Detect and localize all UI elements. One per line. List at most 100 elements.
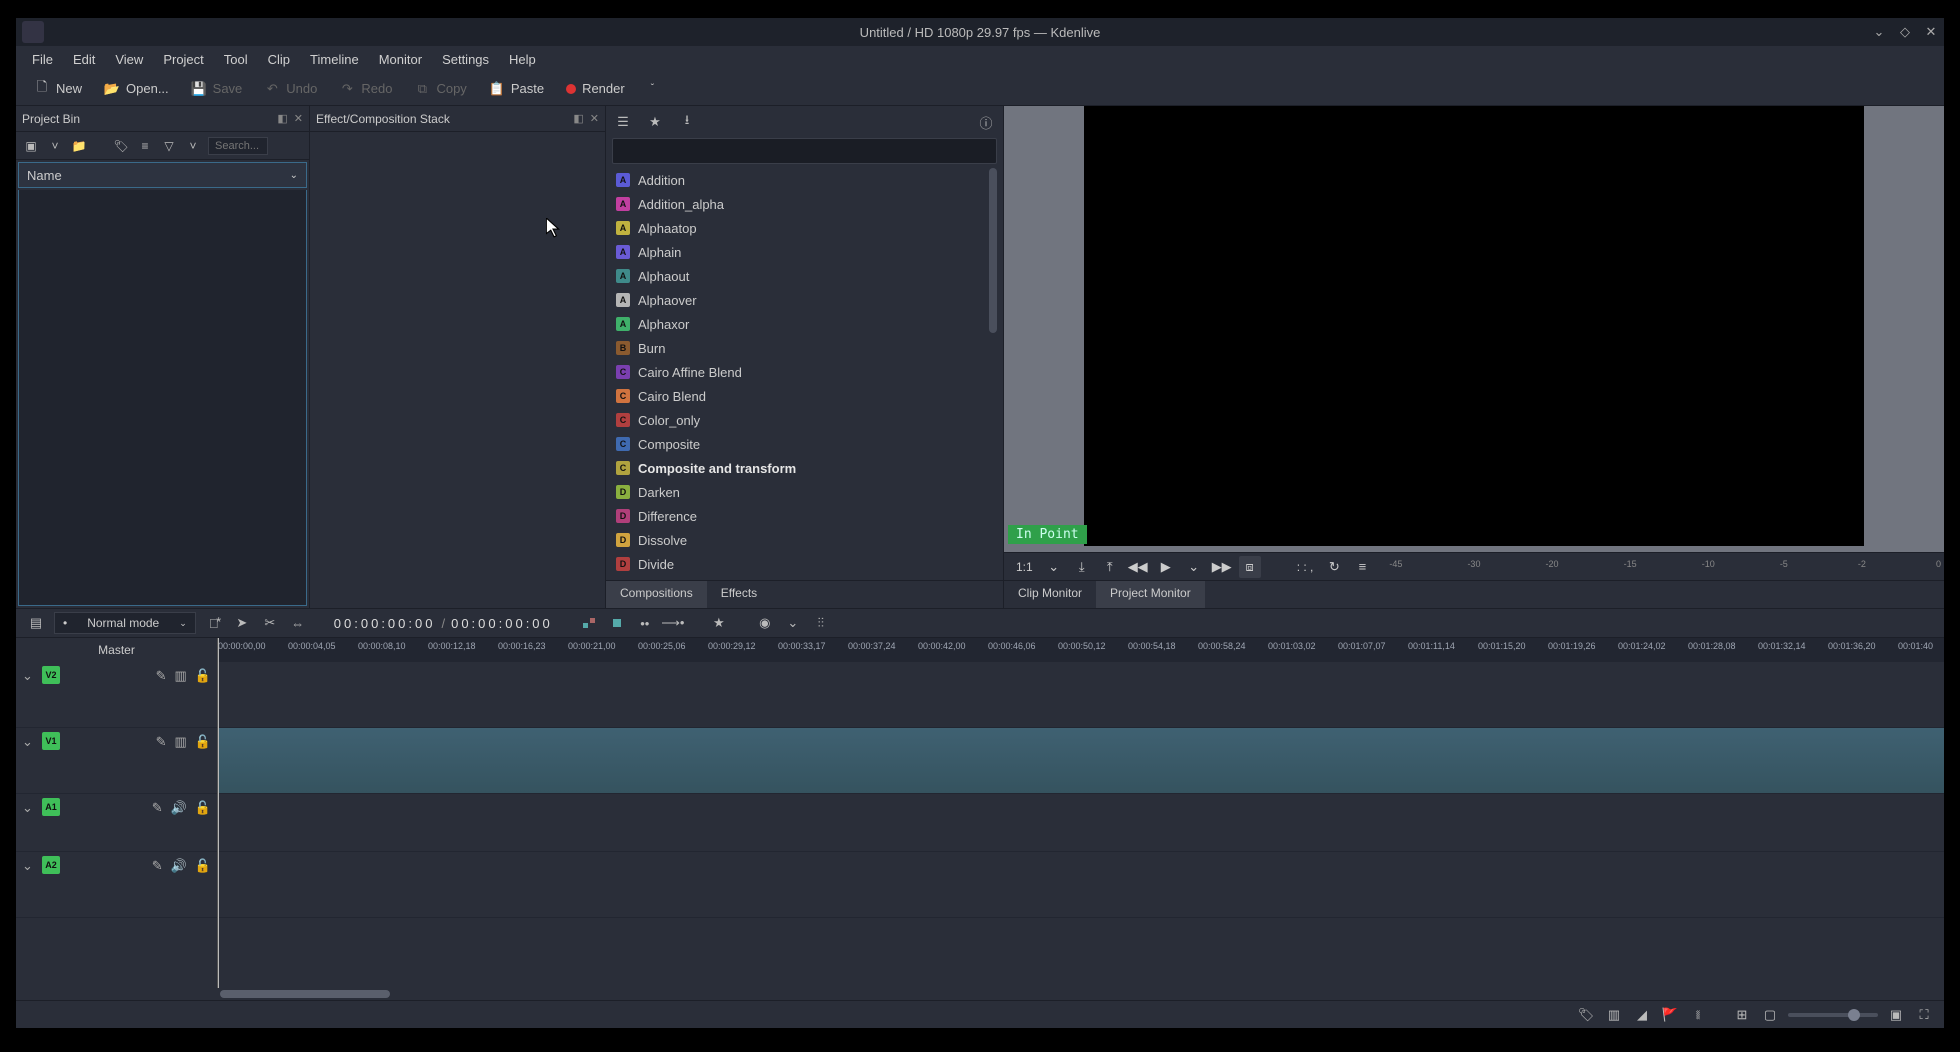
track-header-a2[interactable]: ⌄ A2 ✎🔊🔓 <box>16 852 217 918</box>
track-mute-icon[interactable]: ▥ <box>175 734 187 750</box>
menu-timeline[interactable]: Timeline <box>300 48 369 71</box>
track-effects-icon[interactable]: ✎ <box>156 734 167 750</box>
track-header-a1[interactable]: ⌄ A1 ✎🔊🔓 <box>16 794 217 852</box>
forward-button[interactable]: ▶▶ <box>1211 556 1233 578</box>
overwrite-zone-button[interactable]: •• <box>635 613 655 633</box>
tab-compositions[interactable]: Compositions <box>606 581 707 608</box>
menu-clip[interactable]: Clip <box>258 48 300 71</box>
save-button[interactable]: 💾Save <box>181 77 253 101</box>
collapse-track-icon[interactable]: ⌄ <box>22 798 36 816</box>
redo-button[interactable]: ↷Redo <box>329 77 402 101</box>
timeline-options-button[interactable]: ⫶⫶ <box>811 613 831 633</box>
maximize-button[interactable]: ◇ <box>1896 23 1914 41</box>
preview-render-button[interactable]: ◉ <box>755 613 775 633</box>
timeline-config-button[interactable]: ▤ <box>26 613 46 633</box>
tag-button[interactable]: 🏷 <box>112 137 130 155</box>
tool-spacer[interactable]: ⇔ <box>288 613 308 633</box>
menu-file[interactable]: File <box>22 48 63 71</box>
menu-settings[interactable]: Settings <box>432 48 499 71</box>
track-badge-v1[interactable]: V1 <box>42 732 60 750</box>
undo-button[interactable]: ↶Undo <box>254 77 327 101</box>
favorites-icon[interactable]: ★ <box>646 113 664 131</box>
track-lock-icon[interactable]: 🔓 <box>195 734 211 750</box>
track-mute-icon[interactable]: 🔊 <box>171 858 187 874</box>
track-lock-icon[interactable]: 🔓 <box>195 858 211 874</box>
status-thumbnails-button[interactable]: ▥ <box>1604 1005 1624 1025</box>
mix-clips-button[interactable] <box>579 613 599 633</box>
track-header-v1[interactable]: ⌄ V1 ✎ ▥ 🔓 <box>16 728 217 794</box>
insert-zone-button[interactable] <box>607 613 627 633</box>
timeline-ruler[interactable]: 00:00:00,0000:00:04,0500:00:08,1000:00:1… <box>218 638 1944 662</box>
composition-item[interactable]: AAlphaxor <box>612 312 997 336</box>
rewind-button[interactable]: ◀◀ <box>1127 556 1149 578</box>
add-clip-button[interactable]: ▣ <box>22 137 40 155</box>
bin-column-header[interactable]: Name ⌄ <box>18 162 307 188</box>
track-a1[interactable] <box>218 794 1944 852</box>
paste-button[interactable]: 📋Paste <box>479 77 554 101</box>
add-folder-button[interactable]: 📁 <box>70 137 88 155</box>
filter-button[interactable]: ▽ <box>160 137 178 155</box>
render-dropdown[interactable]: ˇ <box>637 79 664 98</box>
track-lock-icon[interactable]: 🔓 <box>195 668 211 684</box>
composition-item[interactable]: CColor_only <box>612 408 997 432</box>
download-icon[interactable]: ⭳ <box>678 113 696 131</box>
zone-button[interactable]: ⧈ <box>1239 556 1261 578</box>
menu-monitor[interactable]: Monitor <box>369 48 432 71</box>
collapse-track-icon[interactable]: ⌄ <box>22 856 36 874</box>
composition-item[interactable]: DDodge <box>612 576 997 580</box>
info-icon[interactable]: ⓘ <box>977 113 995 131</box>
composition-item[interactable]: BBurn <box>612 336 997 360</box>
extract-zone-button[interactable]: ⟶• <box>663 613 683 633</box>
play-button[interactable]: ▶ <box>1155 556 1177 578</box>
composition-item[interactable]: AAlphaatop <box>612 216 997 240</box>
tab-effects[interactable]: Effects <box>707 581 771 608</box>
track-effects-icon[interactable]: ✎ <box>156 668 167 684</box>
set-in-point-button[interactable]: ⤓ <box>1071 556 1093 578</box>
status-fit-zoom-button[interactable]: ⊞ <box>1732 1005 1752 1025</box>
track-badge-v2[interactable]: V2 <box>42 666 60 684</box>
set-out-point-button[interactable]: ⤒ <box>1099 556 1121 578</box>
preview-render-dropdown[interactable]: ⌄ <box>783 613 803 633</box>
menu-edit[interactable]: Edit <box>63 48 105 71</box>
composition-item[interactable]: AAlphaout <box>612 264 997 288</box>
composition-item[interactable]: DDivide <box>612 552 997 576</box>
status-zoom-in-button[interactable]: ▣ <box>1886 1005 1906 1025</box>
play-dropdown[interactable]: ⌄ <box>1183 556 1205 578</box>
track-mute-icon[interactable]: 🔊 <box>171 800 187 816</box>
new-button[interactable]: 🗋New <box>24 77 92 101</box>
edit-mode-dropdown[interactable]: • Normal mode ⌄ <box>54 612 196 634</box>
collapse-track-icon[interactable]: ⌄ <box>22 732 36 750</box>
tool-track-compositing[interactable]: ✂⃰ <box>204 613 224 633</box>
collapse-track-icon[interactable]: ⌄ <box>22 666 36 684</box>
track-a2[interactable] <box>218 852 1944 918</box>
list-options-button[interactable]: ≡ <box>136 137 154 155</box>
tool-razor[interactable]: ✂ <box>260 613 280 633</box>
zoom-slider[interactable] <box>1788 1013 1878 1017</box>
composition-item[interactable]: AAlphain <box>612 240 997 264</box>
track-v2[interactable] <box>218 662 1944 728</box>
timeline-master[interactable]: Master <box>16 638 217 662</box>
menu-tool[interactable]: Tool <box>214 48 258 71</box>
panel-float-button[interactable]: ◧ <box>573 112 583 125</box>
tab-clip-monitor[interactable]: Clip Monitor <box>1004 581 1096 608</box>
project-bin-search[interactable] <box>208 137 268 155</box>
menu-view[interactable]: View <box>105 48 153 71</box>
timeline-playhead[interactable] <box>218 638 219 988</box>
composition-item[interactable]: DDarken <box>612 480 997 504</box>
compositions-search[interactable] <box>612 138 997 164</box>
composition-item[interactable]: CComposite <box>612 432 997 456</box>
open-button[interactable]: 📂Open... <box>94 77 179 101</box>
loop-button[interactable]: ↻ <box>1323 556 1345 578</box>
status-snap-button[interactable]: ⧛ <box>1688 1005 1708 1025</box>
tab-project-monitor[interactable]: Project Monitor <box>1096 581 1205 608</box>
status-zoom-out-button[interactable]: ▢ <box>1760 1005 1780 1025</box>
menu-project[interactable]: Project <box>153 48 213 71</box>
composition-item[interactable]: CCairo Affine Blend <box>612 360 997 384</box>
compositions-scrollbar[interactable] <box>989 168 997 333</box>
monitor-timecode[interactable]: : : , <box>1293 560 1318 574</box>
menu-help[interactable]: Help <box>499 48 546 71</box>
status-markers-button[interactable]: 🚩 <box>1660 1005 1680 1025</box>
scale-dropdown[interactable]: ⌄ <box>1043 556 1065 578</box>
track-effects-icon[interactable]: ✎ <box>152 858 163 874</box>
composition-item[interactable]: DDifference <box>612 504 997 528</box>
